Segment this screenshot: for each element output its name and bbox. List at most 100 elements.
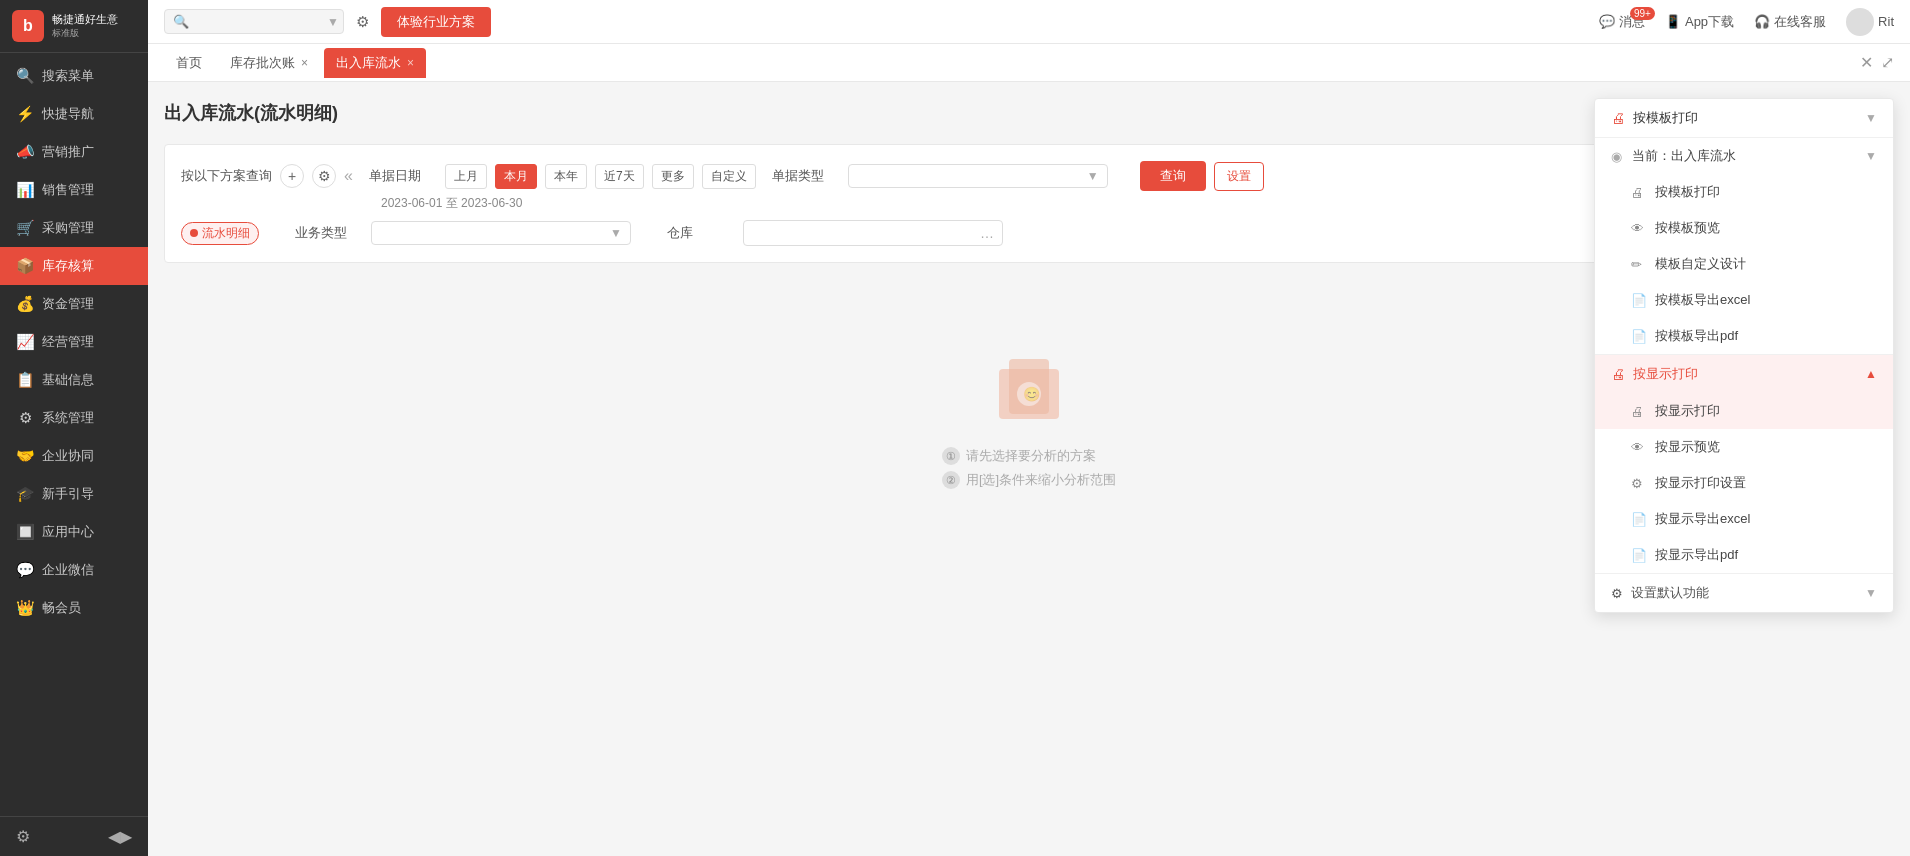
warehouse-more-icon[interactable]: … [980, 225, 994, 241]
date-btn-more[interactable]: 更多 [652, 164, 694, 189]
nav-icon-14: 👑 [16, 599, 34, 617]
nav-label-10: 企业协同 [42, 447, 94, 465]
hint-item-1: ① 请先选择要分析的方案 [942, 447, 1116, 465]
display-export-excel-item[interactable]: 📄 按显示导出excel [1595, 501, 1893, 537]
svg-text:😊: 😊 [1023, 386, 1041, 403]
display-print-icon: 🖨 [1611, 366, 1625, 382]
nav-label-6: 资金管理 [42, 295, 94, 313]
window-maximize-icon[interactable]: ⤢ [1881, 53, 1894, 72]
app-download-btn[interactable]: 📱 App下载 [1665, 13, 1734, 31]
current-template-chevron: ▼ [1865, 149, 1877, 163]
display-print-item-label: 按显示打印 [1655, 402, 1720, 420]
settings-small-btn[interactable]: 设置 [1214, 162, 1264, 191]
settings-icon[interactable]: ⚙ [16, 827, 30, 846]
date-btn-custom[interactable]: 自定义 [702, 164, 756, 189]
nav-item-基础信息[interactable]: 📋基础信息 [0, 361, 148, 399]
type-filter-select[interactable]: ▼ [848, 164, 1108, 188]
nav-item-系统管理[interactable]: ⚙系统管理 [0, 399, 148, 437]
template-print-item[interactable]: 🖨 按模板打印 [1595, 174, 1893, 210]
tab-home[interactable]: 首页 [164, 48, 214, 78]
nav-item-库存核算[interactable]: 📦库存核算 [0, 247, 148, 285]
template-print-section-header[interactable]: 🖨 按模板打印 ▼ [1595, 99, 1893, 138]
industry-btn[interactable]: 体验行业方案 [381, 7, 491, 37]
nav-item-经营管理[interactable]: 📈经营管理 [0, 323, 148, 361]
nav-item-新手引导[interactable]: 🎓新手引导 [0, 475, 148, 513]
nav-label-1: 快捷导航 [42, 105, 94, 123]
tab-inventory-batch[interactable]: 库存批次账 × [218, 48, 320, 78]
template-custom-item-label: 模板自定义设计 [1655, 255, 1746, 273]
nav-item-企业协同[interactable]: 🤝企业协同 [0, 437, 148, 475]
nav-icon-3: 📊 [16, 181, 34, 199]
nav-icon-11: 🎓 [16, 485, 34, 503]
date-filter-row: 上月 本月 本年 近7天 更多 自定义 [445, 164, 756, 189]
display-section-chevron-up: ▲ [1865, 367, 1877, 381]
filter-collapse-icon[interactable]: « [344, 167, 353, 185]
template-print-item-icon: 🖨 [1631, 185, 1645, 200]
topbar-gear-icon[interactable]: ⚙ [356, 13, 369, 31]
tab-inventory-batch-close[interactable]: × [301, 56, 308, 70]
user-avatar-area[interactable]: Rit [1846, 8, 1894, 36]
nav-label-8: 基础信息 [42, 371, 94, 389]
nav-item-应用中心[interactable]: 🔲应用中心 [0, 513, 148, 551]
nav-item-营销推广[interactable]: 📣营销推广 [0, 133, 148, 171]
app-name: 畅捷通好生意 [52, 12, 118, 26]
warehouse-select[interactable]: … [743, 220, 1003, 246]
template-custom-item[interactable]: ✏ 模板自定义设计 [1595, 246, 1893, 282]
date-btn-7days[interactable]: 近7天 [595, 164, 644, 189]
hint-text-2: 用[选]条件来缩小分析范围 [966, 471, 1116, 489]
biz-type-select[interactable]: ▼ [371, 221, 631, 245]
set-default-label: 设置默认功能 [1631, 584, 1709, 602]
display-print-settings-item[interactable]: ⚙ 按显示打印设置 [1595, 465, 1893, 501]
query-btn[interactable]: 查询 [1140, 161, 1206, 191]
app-logo: b 畅捷通好生意 标准版 [0, 0, 148, 53]
template-print-label: 按模板打印 [1633, 109, 1698, 127]
date-btn-this-month[interactable]: 本月 [495, 164, 537, 189]
dropdown-footer[interactable]: ⚙ 设置默认功能 ▼ [1595, 573, 1893, 612]
filter-settings-btn[interactable]: ⚙ [312, 164, 336, 188]
nav-item-企业微信[interactable]: 💬企业微信 [0, 551, 148, 589]
display-print-item-icon: 🖨 [1631, 404, 1645, 419]
nav-icon-2: 📣 [16, 143, 34, 161]
date-btn-this-year[interactable]: 本年 [545, 164, 587, 189]
search-input[interactable] [193, 15, 323, 29]
nav-icon-13: 💬 [16, 561, 34, 579]
hint-num-2: ② [942, 471, 960, 489]
display-preview-item[interactable]: 👁 按显示预览 [1595, 429, 1893, 465]
nav-item-销售管理[interactable]: 📊销售管理 [0, 171, 148, 209]
message-btn[interactable]: 💬 消息 99+ [1599, 13, 1645, 31]
tab-stock-flow[interactable]: 出入库流水 × [324, 48, 426, 78]
nav-item-畅会员[interactable]: 👑畅会员 [0, 589, 148, 627]
nav-item-资金管理[interactable]: 💰资金管理 [0, 285, 148, 323]
display-print-label: 按显示打印 [1633, 365, 1698, 383]
tab-window-controls: ✕ ⤢ [1860, 53, 1894, 72]
phone-icon: 📱 [1665, 14, 1681, 29]
template-preview-item[interactable]: 👁 按模板预览 [1595, 210, 1893, 246]
tab-stock-flow-close[interactable]: × [407, 56, 414, 70]
current-template-item[interactable]: ◉ 当前：出入库流水 ▼ [1595, 138, 1893, 174]
filter-add-btn[interactable]: + [280, 164, 304, 188]
search-dropdown-icon[interactable]: ▼ [327, 15, 339, 29]
filter-tag[interactable]: 流水明细 [181, 222, 259, 245]
nav-item-搜索菜单[interactable]: 🔍搜索菜单 [0, 57, 148, 95]
collapse-sidebar-icon[interactable]: ◀▶ [108, 827, 132, 846]
current-template-icon: ◉ [1611, 149, 1622, 164]
nav-label-4: 采购管理 [42, 219, 94, 237]
nav-item-快捷导航[interactable]: ⚡快捷导航 [0, 95, 148, 133]
window-close-icon[interactable]: ✕ [1860, 53, 1873, 72]
display-export-excel-icon: 📄 [1631, 512, 1645, 527]
nav-icon-7: 📈 [16, 333, 34, 351]
search-box[interactable]: 🔍 ▼ [164, 9, 344, 34]
display-print-settings-icon: ⚙ [1631, 476, 1645, 491]
template-export-pdf-item[interactable]: 📄 按模板导出pdf [1595, 318, 1893, 354]
topbar: 🔍 ▼ ⚙ 体验行业方案 💬 消息 99+ 📱 App下载 🎧 在线客服 Rit [148, 0, 1910, 44]
display-print-settings-label: 按显示打印设置 [1655, 474, 1746, 492]
display-print-item[interactable]: 🖨 按显示打印 [1595, 393, 1893, 429]
nav-label-9: 系统管理 [42, 409, 94, 427]
template-export-excel-item[interactable]: 📄 按模板导出excel [1595, 282, 1893, 318]
display-export-pdf-item[interactable]: 📄 按显示导出pdf [1595, 537, 1893, 573]
nav-item-采购管理[interactable]: 🛒采购管理 [0, 209, 148, 247]
display-print-section-header[interactable]: 🖨 按显示打印 ▲ [1595, 355, 1893, 393]
service-btn[interactable]: 🎧 在线客服 [1754, 13, 1826, 31]
template-preview-item-label: 按模板预览 [1655, 219, 1720, 237]
date-btn-last-month[interactable]: 上月 [445, 164, 487, 189]
